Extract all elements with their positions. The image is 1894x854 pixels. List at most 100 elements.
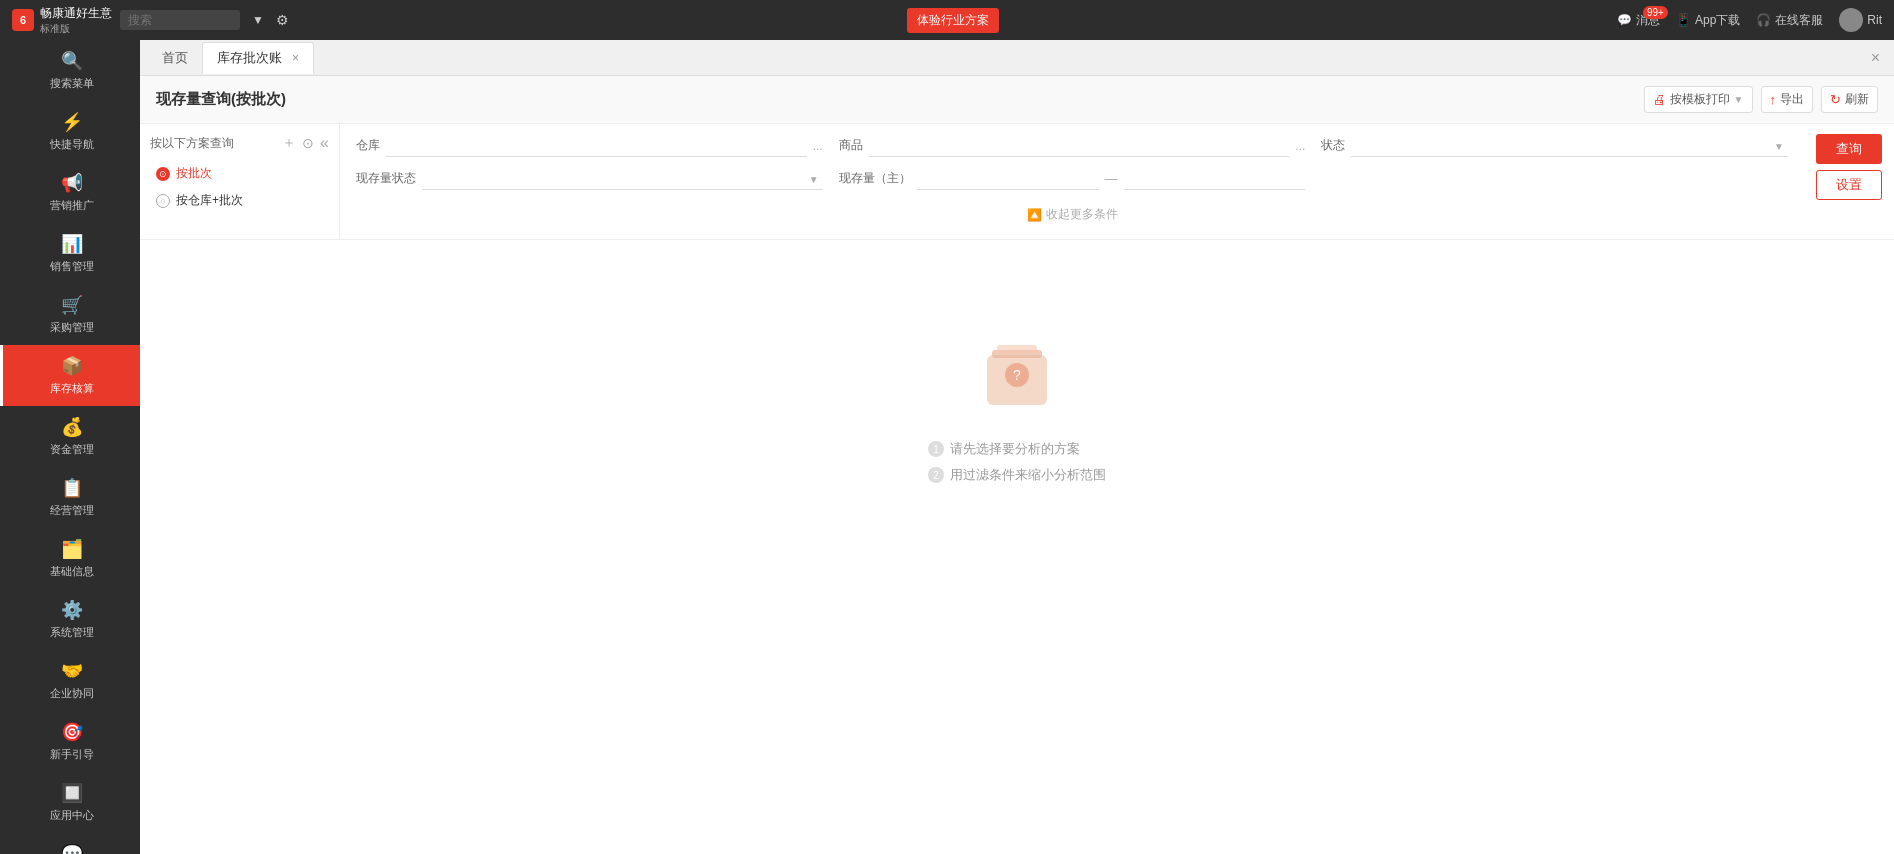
tab-home-label: 首页	[162, 49, 188, 67]
warehouse-label: 仓库	[356, 137, 380, 154]
collapse-more-btn[interactable]: 🔼 收起更多条件	[356, 200, 1788, 229]
scheme-item-warehouse-batch[interactable]: ○ 按仓库+批次	[150, 187, 329, 214]
tip-num-2: 2	[928, 467, 944, 483]
top-bar: 6 畅康通好生意 标准版 ▼ ⚙ 体验行业方案 💬 消息 99+ 📱 App下载…	[0, 0, 1894, 40]
add-scheme-btn[interactable]: ＋	[282, 134, 296, 152]
topbar-settings-btn[interactable]: ⚙	[276, 12, 289, 28]
headset-icon: 🎧	[1756, 13, 1771, 27]
sidebar-label-finance: 资金管理	[50, 442, 94, 457]
user-name: Rit	[1867, 13, 1882, 27]
status-label: 状态	[1321, 137, 1345, 154]
warehouse-field: 仓库 ...	[356, 134, 823, 157]
range-separator: —	[1105, 171, 1118, 186]
sidebar-label-purchase: 采购管理	[50, 320, 94, 335]
sidebar-item-wechat[interactable]: 💬 企业微信	[0, 833, 140, 854]
filter-schemes: 按以下方案查询 ＋ ⊙ « ⊙ 按批次 ○ 按仓库+批次	[140, 124, 340, 239]
print-btn[interactable]: 🖨 按模板打印 ▼	[1644, 86, 1753, 113]
stock-qty-range: —	[917, 167, 1306, 190]
app-download-btn[interactable]: 📱 App下载	[1676, 12, 1740, 29]
warehouse-input[interactable]	[386, 134, 807, 157]
global-search-input[interactable]	[120, 10, 240, 30]
scheme-actions: ＋ ⊙ «	[282, 134, 329, 152]
tab-bar-close-btn[interactable]: ×	[1865, 47, 1886, 69]
user-avatar	[1839, 8, 1863, 32]
refresh-btn[interactable]: ↻ 刷新	[1821, 86, 1878, 113]
sidebar-item-finance[interactable]: 💰 资金管理	[0, 406, 140, 467]
sidebar-item-quick-nav[interactable]: ⚡ 快捷导航	[0, 101, 140, 162]
tab-inventory-batch-label: 库存批次账	[217, 49, 282, 67]
sidebar-item-apps[interactable]: 🔲 应用中心	[0, 772, 140, 833]
tab-inventory-batch[interactable]: 库存批次账 ×	[202, 42, 314, 74]
sidebar-label-quick-nav: 快捷导航	[50, 137, 94, 152]
schemes-title-text: 按以下方案查询	[150, 135, 234, 152]
page-title: 现存量查询(按批次)	[156, 90, 286, 109]
export-icon: ↑	[1770, 92, 1777, 107]
warehouse-more-btn[interactable]: ...	[813, 139, 823, 153]
tip-text-2: 用过滤条件来缩小分析范围	[950, 466, 1106, 484]
filter-fields: 仓库 ... 商品 ... 状态	[340, 124, 1804, 239]
settings-scheme-btn[interactable]: ⊙	[302, 135, 314, 151]
goods-input[interactable]	[869, 134, 1290, 157]
sidebar-item-guide[interactable]: 🎯 新手引导	[0, 711, 140, 772]
empty-tips: 1 请先选择要分析的方案 2 用过滤条件来缩小分析范围	[928, 440, 1106, 484]
operations-icon: 📋	[61, 477, 83, 499]
wechat-icon: 💬	[61, 843, 83, 854]
filter-row-1: 仓库 ... 商品 ... 状态	[356, 134, 1788, 157]
company-name: 畅康通好生意	[40, 5, 112, 22]
top-bar-left: 6 畅康通好生意 标准版 ▼ ⚙	[12, 5, 289, 36]
print-dropdown-icon: ▼	[1734, 94, 1744, 105]
lightning-icon: ⚡	[61, 111, 83, 133]
refresh-label: 刷新	[1845, 91, 1869, 108]
sidebar-label-basic: 基础信息	[50, 564, 94, 579]
user-area[interactable]: Rit	[1839, 8, 1882, 32]
sidebar-item-search[interactable]: 🔍 搜索菜单	[0, 40, 140, 101]
logo-area: 6 畅康通好生意 标准版	[12, 5, 112, 36]
goods-more-btn[interactable]: ...	[1295, 139, 1305, 153]
scheme-item-batch[interactable]: ⊙ 按批次	[150, 160, 329, 187]
goods-label: 商品	[839, 137, 863, 154]
status-select[interactable]	[1351, 134, 1788, 157]
stock-status-select-wrapper: ▼	[422, 167, 823, 190]
top-bar-center: 体验行业方案	[907, 8, 999, 33]
sidebar-item-purchase[interactable]: 🛒 采购管理	[0, 284, 140, 345]
goods-field: 商品 ...	[839, 134, 1306, 157]
sidebar-item-cooperation[interactable]: 🤝 企业协同	[0, 650, 140, 711]
query-btn[interactable]: 查询	[1816, 134, 1882, 164]
tab-close-icon[interactable]: ×	[292, 51, 299, 65]
page-content: 现存量查询(按批次) 🖨 按模板打印 ▼ ↑ 导出 ↻ 刷新	[140, 76, 1894, 854]
sidebar-item-sales[interactable]: 📊 销售管理	[0, 223, 140, 284]
empty-state: ? 1 请先选择要分析的方案 2 用过滤条件来缩小分析范围	[140, 240, 1894, 564]
sidebar-label-sales: 销售管理	[50, 259, 94, 274]
sidebar-label-guide: 新手引导	[50, 747, 94, 762]
purchase-icon: 🛒	[61, 294, 83, 316]
online-service-label: 在线客服	[1775, 12, 1823, 29]
sidebar-label-inventory: 库存核算	[50, 381, 94, 396]
sidebar-label-system: 系统管理	[50, 625, 94, 640]
stock-qty-from-input[interactable]	[917, 167, 1099, 190]
top-bar-right: 💬 消息 99+ 📱 App下载 🎧 在线客服 Rit	[1617, 8, 1882, 32]
export-btn[interactable]: ↑ 导出	[1761, 86, 1814, 113]
tab-bar: 首页 库存批次账 × ×	[140, 40, 1894, 76]
sidebar-item-system[interactable]: ⚙️ 系统管理	[0, 589, 140, 650]
sidebar-item-basic[interactable]: 🗂️ 基础信息	[0, 528, 140, 589]
stock-qty-field: 现存量（主） —	[839, 167, 1306, 190]
sales-icon: 📊	[61, 233, 83, 255]
online-service-btn[interactable]: 🎧 在线客服	[1756, 12, 1823, 29]
sidebar-item-marketing[interactable]: 📢 营销推广	[0, 162, 140, 223]
empty-illustration: ?	[967, 320, 1067, 420]
messages-btn[interactable]: 💬 消息 99+	[1617, 12, 1660, 29]
main-layout: 🔍 搜索菜单 ⚡ 快捷导航 📢 营销推广 📊 销售管理 🛒 采购管理 📦 库存核…	[0, 40, 1894, 854]
collapse-schemes-btn[interactable]: «	[320, 134, 329, 152]
stock-status-select[interactable]	[422, 167, 823, 190]
sidebar-item-inventory[interactable]: 📦 库存核算	[0, 345, 140, 406]
settings-set-btn[interactable]: 设置	[1816, 170, 1882, 200]
filter-actions: 查询 设置	[1804, 124, 1894, 239]
sidebar-label-operations: 经营管理	[50, 503, 94, 518]
stock-qty-to-input[interactable]	[1124, 167, 1306, 190]
experience-btn[interactable]: 体验行业方案	[907, 8, 999, 33]
version-tag: 标准版	[40, 22, 112, 36]
tab-home[interactable]: 首页	[148, 43, 202, 73]
search-dropdown-btn[interactable]: ▼	[248, 11, 268, 29]
sidebar-item-operations[interactable]: 📋 经营管理	[0, 467, 140, 528]
sidebar: 🔍 搜索菜单 ⚡ 快捷导航 📢 营销推广 📊 销售管理 🛒 采购管理 📦 库存核…	[0, 40, 140, 854]
